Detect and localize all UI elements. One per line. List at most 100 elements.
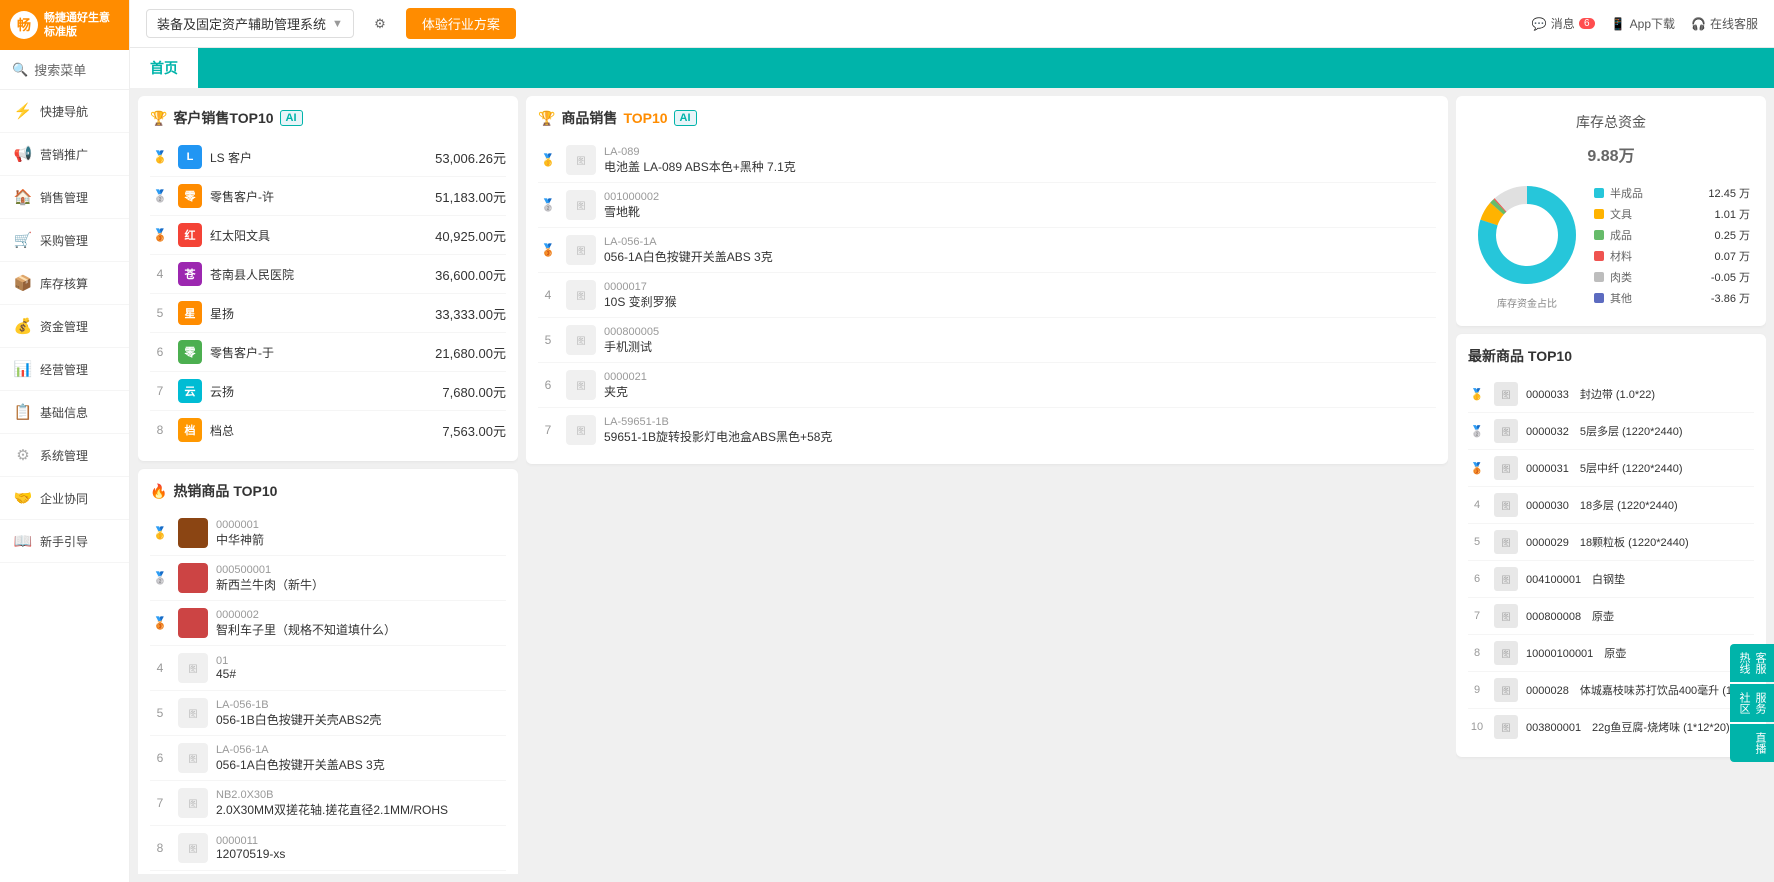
customer-rank-item[interactable]: 🥇 L LS 客户 53,006.26元 <box>150 138 506 177</box>
newest-thumb: 图 <box>1494 419 1518 443</box>
sidebar: 畅 畅捷通好生意 标准版 🔍 搜索菜单 ⚡ 快捷导航 📢 营销推广 🏠 销售管理… <box>0 0 130 882</box>
online-service-label: 在线客服 <box>1710 15 1758 32</box>
sidebar-item-sales[interactable]: 🏠 销售管理 <box>0 176 129 219</box>
product-info: 000500001 新西兰牛肉（新牛） <box>216 564 506 593</box>
sidebar-item-finance[interactable]: 💰 资金管理 <box>0 305 129 348</box>
rank-number: 8 <box>150 423 170 437</box>
product-sales-item[interactable]: 🥉 图 LA-056-1A 056-1A白色按键开关盖ABS 3克 <box>538 228 1436 273</box>
sidebar-item-guide[interactable]: 📖 新手引导 <box>0 520 129 563</box>
rank-number: 5 <box>538 333 558 347</box>
product-sales-item[interactable]: 7 图 LA-59651-1B 59651-1B旋转投影灯电池盒ABS黑色+58… <box>538 408 1436 452</box>
newest-thumb: 图 <box>1494 604 1518 628</box>
newest-products-title: 最新商品 TOP10 <box>1468 346 1754 366</box>
float-btn-live[interactable]: 直播 <box>1730 724 1774 762</box>
newest-product-item[interactable]: 🥈 图 0000032 5层多层 (1220*2440) <box>1468 413 1754 450</box>
tab-home[interactable]: 首页 <box>130 48 198 88</box>
customer-rank-item[interactable]: 4 苍 苍南县人民医院 36,600.00元 <box>150 255 506 294</box>
product-name: 新西兰牛肉（新牛） <box>216 576 506 593</box>
product-name: 056-1B白色按键开关壳ABS2壳 <box>216 711 506 728</box>
legend-dot <box>1594 251 1604 261</box>
rank-number: 🥈 <box>1468 425 1486 438</box>
customer-rank-item[interactable]: 🥉 红 红太阳文具 40,925.00元 <box>150 216 506 255</box>
product-sales-item[interactable]: 6 图 0000021 夹克 <box>538 363 1436 408</box>
newest-thumb: 图 <box>1494 530 1518 554</box>
newest-text: 10000100001 原壶 <box>1526 645 1754 661</box>
hot-product-item[interactable]: 🥈 000500001 新西兰牛肉（新牛） <box>150 556 506 601</box>
product-sales-card: 🏆 商品销售 TOP10 AI 🥇 图 LA-089 电池盖 LA-089 AB… <box>526 96 1448 464</box>
newest-product-item[interactable]: 9 图 0000028 体城嘉枝味苏打饮品400毫升 (1*15) <box>1468 672 1754 709</box>
app-download-button[interactable]: 📱 App下载 <box>1611 15 1675 32</box>
online-service-button[interactable]: 🎧 在线客服 <box>1691 15 1758 32</box>
newest-product-item[interactable]: 🥇 图 0000033 封边带 (1.0*22) <box>1468 376 1754 413</box>
legend-value: 0.25 万 <box>1715 227 1750 243</box>
rank-number: 🥇 <box>538 153 558 167</box>
product-code: 01 <box>216 655 506 667</box>
newest-product-item[interactable]: 10 图 003800001 22g鱼豆腐-烧烤味 (1*12*20) <box>1468 709 1754 745</box>
customer-rank-item[interactable]: 🥈 零 零售客户-许 51,183.00元 <box>150 177 506 216</box>
messages-button[interactable]: 💬 消息 6 <box>1532 15 1595 32</box>
product-sales-item[interactable]: 🥇 图 LA-089 电池盖 LA-089 ABS本色+黑种 7.1克 <box>538 138 1436 183</box>
rank-number: 🥉 <box>1468 462 1486 475</box>
hot-product-item[interactable]: 6 图 LA-056-1A 056-1A白色按键开关盖ABS 3克 <box>150 736 506 781</box>
sidebar-search[interactable]: 🔍 搜索菜单 <box>0 50 129 90</box>
product-code: NB2.0X30B <box>216 789 506 801</box>
hot-product-item[interactable]: 7 图 NB2.0X30B 2.0X30MM双搓花轴.搓花直径2.1MM/ROH… <box>150 781 506 826</box>
rank-number: 4 <box>1468 499 1486 511</box>
hot-product-item[interactable]: 5 图 LA-056-1B 056-1B白色按键开关壳ABS2壳 <box>150 691 506 736</box>
newest-product-item[interactable]: 4 图 0000030 18多层 (1220*2440) <box>1468 487 1754 524</box>
newest-product-item[interactable]: 8 图 10000100001 原壶 <box>1468 635 1754 672</box>
newest-product-item[interactable]: 🥉 图 0000031 5层中纤 (1220*2440) <box>1468 450 1754 487</box>
product-info: LA-056-1A 056-1A白色按键开关盖ABS 3克 <box>604 236 1436 265</box>
legend-item: 成品 0.25 万 <box>1594 227 1750 243</box>
customer-rank-item[interactable]: 7 云 云扬 7,680.00元 <box>150 372 506 411</box>
hot-product-item[interactable]: 4 图 01 45# <box>150 646 506 691</box>
customer-rank-item[interactable]: 5 星 星扬 33,333.00元 <box>150 294 506 333</box>
float-btn-community[interactable]: 服务社区 <box>1730 684 1774 722</box>
product-sales-item[interactable]: 5 图 000800005 手机测试 <box>538 318 1436 363</box>
trial-button[interactable]: 体验行业方案 <box>406 8 516 39</box>
settings-button[interactable]: ⚙ <box>366 10 394 38</box>
product-name: 电池盖 LA-089 ABS本色+黑种 7.1克 <box>604 158 1436 175</box>
hot-product-item[interactable]: 8 图 0000011 12070519-xs <box>150 826 506 871</box>
legend-item: 肉类 -0.05 万 <box>1594 269 1750 285</box>
newest-product-item[interactable]: 6 图 004100001 白钢垫 <box>1468 561 1754 598</box>
messages-label: 消息 <box>1551 15 1575 32</box>
sidebar-item-label: 基础信息 <box>40 404 88 421</box>
product-sales-label: 商品销售 <box>561 108 617 128</box>
headset-icon: 🎧 <box>1691 17 1706 31</box>
newest-product-item[interactable]: 5 图 0000029 18颗粒板 (1220*2440) <box>1468 524 1754 561</box>
hot-product-item[interactable]: 🥇 0000001 中华神箭 <box>150 511 506 556</box>
ai-badge: AI <box>280 110 303 126</box>
sidebar-item-inventory[interactable]: 📦 库存核算 <box>0 262 129 305</box>
hot-product-item[interactable]: 9 图 KK-SD22110H 花语萌值温分隔睡袋（厚款） <box>150 871 506 874</box>
search-icon: 🔍 <box>12 62 28 78</box>
sidebar-item-operations[interactable]: 📊 经营管理 <box>0 348 129 391</box>
sidebar-item-basics[interactable]: 📋 基础信息 <box>0 391 129 434</box>
sidebar-item-system[interactable]: ⚙ 系统管理 <box>0 434 129 477</box>
product-sales-item[interactable]: 4 图 0000017 10S 变刹罗猴 <box>538 273 1436 318</box>
product-code: LA-056-1A <box>604 236 1436 248</box>
rank-number: 🥈 <box>150 189 170 203</box>
sidebar-item-enterprise[interactable]: 🤝 企业协同 <box>0 477 129 520</box>
product-sales-title: 🏆 商品销售 TOP10 AI <box>538 108 1436 128</box>
product-name: 45# <box>216 667 506 681</box>
sidebar-item-marketing[interactable]: 📢 营销推广 <box>0 133 129 176</box>
legend-label: 其他 <box>1610 290 1705 306</box>
logo-text: 畅捷通好生意 标准版 <box>44 11 110 40</box>
product-info: 01 45# <box>216 655 506 681</box>
rank-number: 🥇 <box>150 526 170 540</box>
sidebar-item-quick-nav[interactable]: ⚡ 快捷导航 <box>0 90 129 133</box>
product-name: 12070519-xs <box>216 847 506 861</box>
newest-product-item[interactable]: 7 图 000800008 原壶 <box>1468 598 1754 635</box>
legend-value: 0.07 万 <box>1715 248 1750 264</box>
hot-product-item[interactable]: 🥉 0000002 智利车子里（规格不知道填什么） <box>150 601 506 646</box>
system-selector[interactable]: 装备及固定资产辅助管理系统 ▼ <box>146 9 354 38</box>
product-sales-item[interactable]: 🥈 图 001000002 雪地靴 <box>538 183 1436 228</box>
product-info: 0000002 智利车子里（规格不知道填什么） <box>216 609 506 638</box>
customer-rank-item[interactable]: 8 档 档总 7,563.00元 <box>150 411 506 449</box>
float-btn-service[interactable]: 客服热线 <box>1730 644 1774 682</box>
customer-rank-item[interactable]: 6 零 零售客户-于 21,680.00元 <box>150 333 506 372</box>
middle-column: 🏆 商品销售 TOP10 AI 🥇 图 LA-089 电池盖 LA-089 AB… <box>526 96 1448 874</box>
right-column: 库存总资金 9.88万 <box>1456 96 1766 874</box>
sidebar-item-purchase[interactable]: 🛒 采购管理 <box>0 219 129 262</box>
